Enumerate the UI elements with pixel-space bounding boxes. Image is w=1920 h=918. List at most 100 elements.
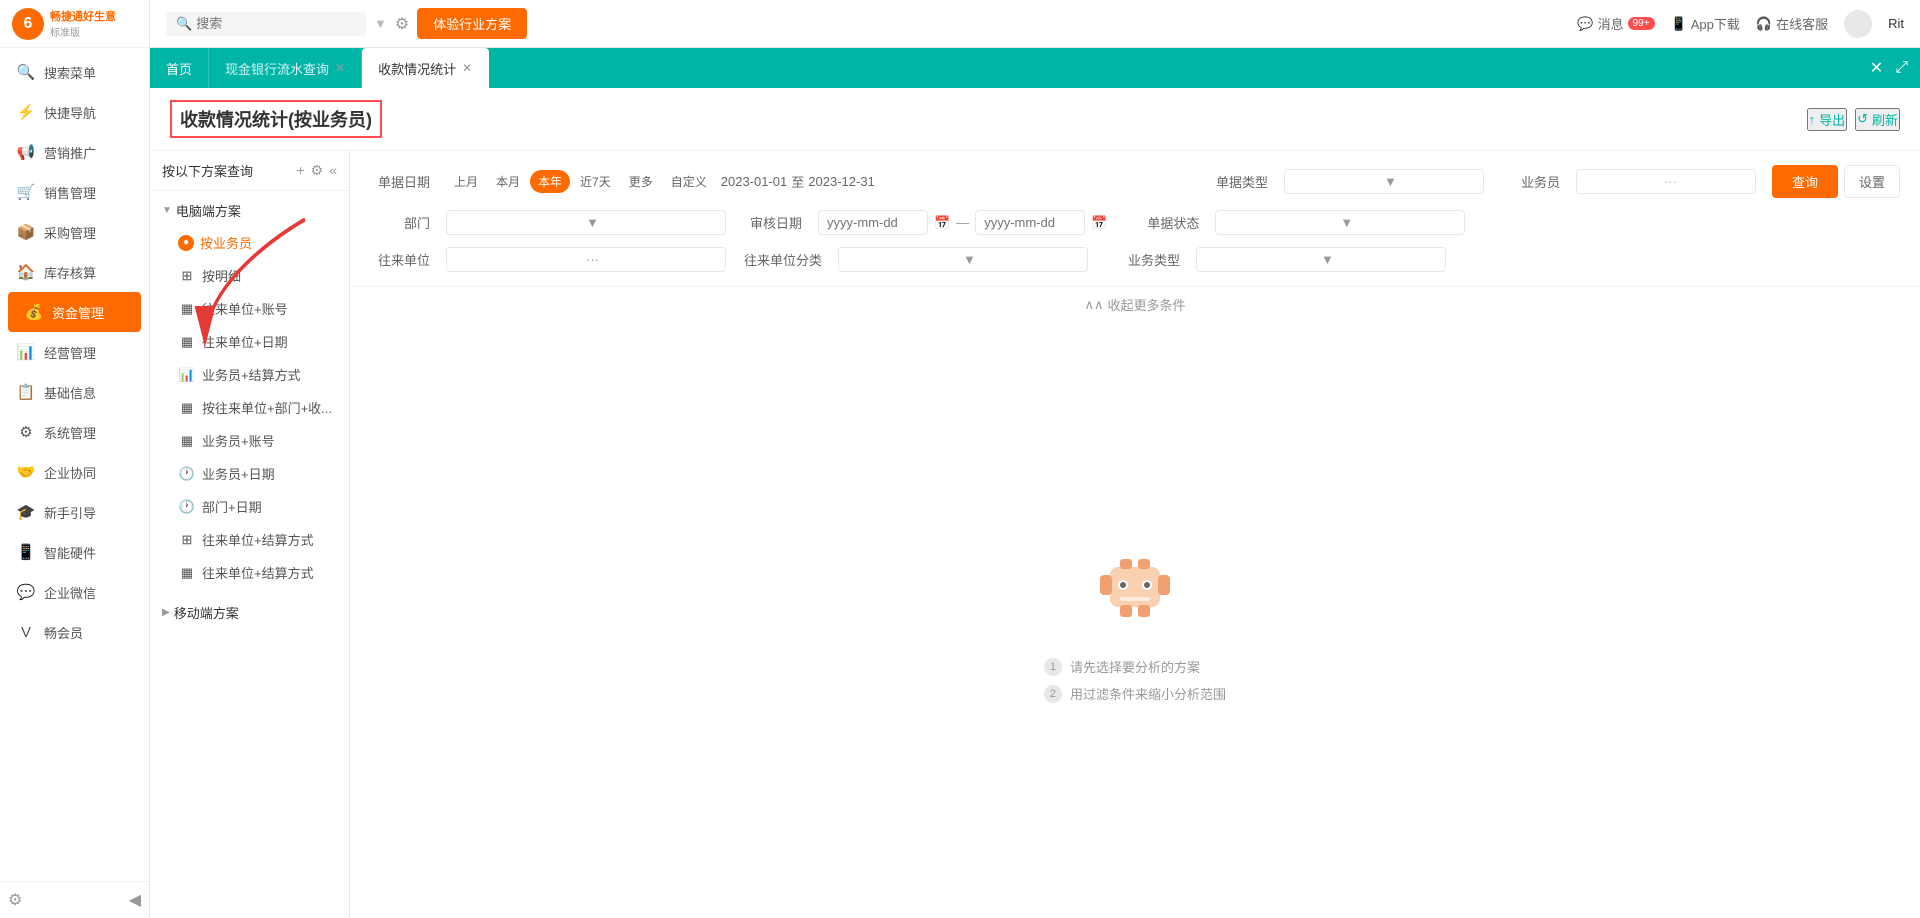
scheme-item-partner-date[interactable]: ▦ 往来单位+日期 xyxy=(150,325,349,358)
audit-date-end[interactable] xyxy=(975,210,1085,235)
dept-select[interactable]: ▼ xyxy=(446,210,726,235)
partner-select[interactable]: ··· xyxy=(446,247,726,272)
partner-more-icon[interactable]: ··· xyxy=(586,252,717,267)
export-button[interactable]: ↑ 导出 xyxy=(1807,108,1848,131)
sidebar-item-guide[interactable]: 🎓新手引导 xyxy=(0,492,149,532)
logo-icon: 6 xyxy=(12,8,44,40)
voucher-type-arrow: ▼ xyxy=(1384,174,1475,189)
scheme-section-arrow: ▼ xyxy=(162,205,172,216)
online-service-area[interactable]: 🎧 在线客服 xyxy=(1756,14,1828,33)
date-tab-7days[interactable]: 近7天 xyxy=(572,170,619,193)
scheme-add-btn[interactable]: + xyxy=(296,162,304,179)
refresh-button[interactable]: ↺ 刷新 xyxy=(1855,108,1900,131)
sidebar-item-label: 快捷导航 xyxy=(44,103,96,122)
tab-collection-stats-close[interactable]: ✕ xyxy=(462,61,472,75)
sidebar-item-member[interactable]: V畅会员 xyxy=(0,612,149,652)
tab-bank-flow-close[interactable]: ✕ xyxy=(335,61,345,75)
sidebar-item-search[interactable]: 🔍搜索菜单 xyxy=(0,52,149,92)
scheme-item-by-salesperson[interactable]: ● 按业务员 xyxy=(150,226,349,259)
top-bar: 🔍 ▼ ⚙ 体验行业方案 💬 消息 99+ 📱 App下载 🎧 xyxy=(150,0,1920,48)
scheme-item-salesperson-method[interactable]: 📊 业务员+结算方式 xyxy=(150,358,349,391)
sidebar-item-operation[interactable]: 📊经营管理 xyxy=(0,332,149,372)
message-badge: 99+ xyxy=(1628,17,1655,30)
business-type-select[interactable]: ▼ xyxy=(1196,247,1446,272)
scheme-item-partner-method1[interactable]: ⊞ 往来单位+结算方式 xyxy=(150,523,349,556)
tab-home-label: 首页 xyxy=(166,59,192,78)
sidebar-item-finance[interactable]: 💰资金管理 xyxy=(8,292,141,332)
query-button[interactable]: 查询 xyxy=(1772,165,1838,198)
sidebar-item-quick-nav[interactable]: ⚡ 快捷导航 xyxy=(0,92,149,132)
date-tab-more[interactable]: 更多 xyxy=(621,170,661,193)
sidebar-item-marketing[interactable]: 📢营销推广 xyxy=(0,132,149,172)
logo-area: 6 畅捷通好生意 标准版 xyxy=(0,0,149,48)
audit-date-start[interactable] xyxy=(818,210,928,235)
tip-text-1: 请先选择要分析的方案 xyxy=(1070,657,1200,676)
partner-category-select[interactable]: ▼ xyxy=(838,247,1088,272)
sidebar-item-enterprise[interactable]: 🤝企业协同 xyxy=(0,452,149,492)
trial-button[interactable]: 体验行业方案 xyxy=(417,8,527,39)
scheme-settings-btn[interactable]: ⚙ xyxy=(311,162,324,179)
audit-date-sep: — xyxy=(956,215,969,230)
sidebar-nav: 🔍搜索菜单 ⚡ 快捷导航 📢营销推广🛒销售管理📦采购管理🏠库存核算💰资金管理📊经营管理… xyxy=(0,48,149,881)
set-button[interactable]: 设置 xyxy=(1844,165,1900,198)
scheme-item-partner-account[interactable]: ▦ 往来单位+账号 xyxy=(150,292,349,325)
scheme-section-desktop-header[interactable]: ▼ 电脑端方案 xyxy=(150,195,349,226)
scheme-item-partner-method2[interactable]: ▦ 往来单位+结算方式 xyxy=(150,556,349,589)
grid-icon: ⊞ xyxy=(178,267,196,285)
scheme-item-partner-dept[interactable]: ▦ 按往来单位+部门+收... xyxy=(150,391,349,424)
date-tab-custom[interactable]: 自定义 xyxy=(663,170,715,193)
sidebar-item-basic[interactable]: 📋基础信息 xyxy=(0,372,149,412)
date-tab-this-month[interactable]: 本月 xyxy=(488,170,528,193)
app-download-area[interactable]: 📱 App下载 xyxy=(1671,14,1740,33)
tab-close-all-icon[interactable]: ✕ xyxy=(1870,58,1883,78)
voucher-status-select[interactable]: ▼ xyxy=(1215,210,1465,235)
sidebar-item-label: 库存核算 xyxy=(44,263,96,282)
sidebar-item-system[interactable]: ⚙系统管理 xyxy=(0,412,149,452)
search-input[interactable] xyxy=(196,16,356,31)
date-label: 单据日期 xyxy=(370,172,430,191)
sidebar-settings-icon[interactable]: ⚙ xyxy=(8,890,22,910)
voucher-type-select[interactable]: ▼ xyxy=(1284,169,1484,194)
collapse-button[interactable]: ∧∧ 收起更多条件 xyxy=(350,287,1920,322)
search-area[interactable]: 🔍 xyxy=(166,12,366,36)
scheme-item-dept-date[interactable]: 🕐 部门+日期 xyxy=(150,490,349,523)
tab-collection-stats[interactable]: 收款情况统计 ✕ xyxy=(362,48,489,88)
message-area[interactable]: 💬 消息 99+ xyxy=(1577,14,1654,33)
basic-icon: 📋 xyxy=(16,382,36,402)
user-avatar[interactable] xyxy=(1844,10,1872,38)
sidebar-collapse-icon[interactable]: ◀ xyxy=(129,890,141,910)
service-label: 在线客服 xyxy=(1776,14,1828,33)
table-icon: ▦ xyxy=(178,333,196,351)
salesperson-select[interactable]: ··· xyxy=(1576,169,1756,194)
settings-icon[interactable]: ⚙ xyxy=(395,14,409,34)
sidebar-item-wechat[interactable]: 💬企业微信 xyxy=(0,572,149,612)
salesperson-more[interactable]: ··· xyxy=(1664,174,1743,189)
date-filter-control: 上月 本月 本年 近7天 更多 自定义 2023-01-01 至 2023-12… xyxy=(446,170,1192,193)
sidebar-item-purchase[interactable]: 📦采购管理 xyxy=(0,212,149,252)
sidebar-item-inventory[interactable]: 🏠库存核算 xyxy=(0,252,149,292)
date-tab-this-year[interactable]: 本年 xyxy=(530,170,570,193)
partner-category-label: 往来单位分类 xyxy=(742,250,822,269)
tab-bank-flow[interactable]: 现金银行流水查询 ✕ xyxy=(209,48,362,88)
scheme-item-label: 往来单位+账号 xyxy=(202,299,288,318)
date-tab-last-month[interactable]: 上月 xyxy=(446,170,486,193)
sidebar-item-hardware[interactable]: 📱智能硬件 xyxy=(0,532,149,572)
sidebar-item-label: 资金管理 xyxy=(52,303,104,322)
sidebar-item-sales[interactable]: 🛒销售管理 xyxy=(0,172,149,212)
scheme-section-mobile: ▶ 移动端方案 xyxy=(150,593,349,632)
tab-maximize-icon[interactable]: ⤢ xyxy=(1895,59,1908,77)
scheme-item-salesperson-date[interactable]: 🕐 业务员+日期 xyxy=(150,457,349,490)
hardware-icon: 📱 xyxy=(16,542,36,562)
quick-nav-icon: ⚡ xyxy=(16,102,36,122)
audit-date-control: 📅 — 📅 xyxy=(818,210,1107,235)
tab-home[interactable]: 首页 xyxy=(150,48,209,88)
sidebar-item-label: 搜索菜单 xyxy=(44,63,96,82)
scheme-item-salesperson-account[interactable]: ▦ 业务员+账号 xyxy=(150,424,349,457)
scheme-section-mobile-header[interactable]: ▶ 移动端方案 xyxy=(150,597,349,628)
scheme-collapse-btn[interactable]: « xyxy=(329,162,337,179)
scheme-item-by-detail[interactable]: ⊞ 按明细 xyxy=(150,259,349,292)
sidebar-item-label: 新手引导 xyxy=(44,503,96,522)
member-icon: V xyxy=(16,622,36,642)
audit-date-end-icon: 📅 xyxy=(1091,215,1107,231)
dropdown-icon[interactable]: ▼ xyxy=(374,16,387,31)
